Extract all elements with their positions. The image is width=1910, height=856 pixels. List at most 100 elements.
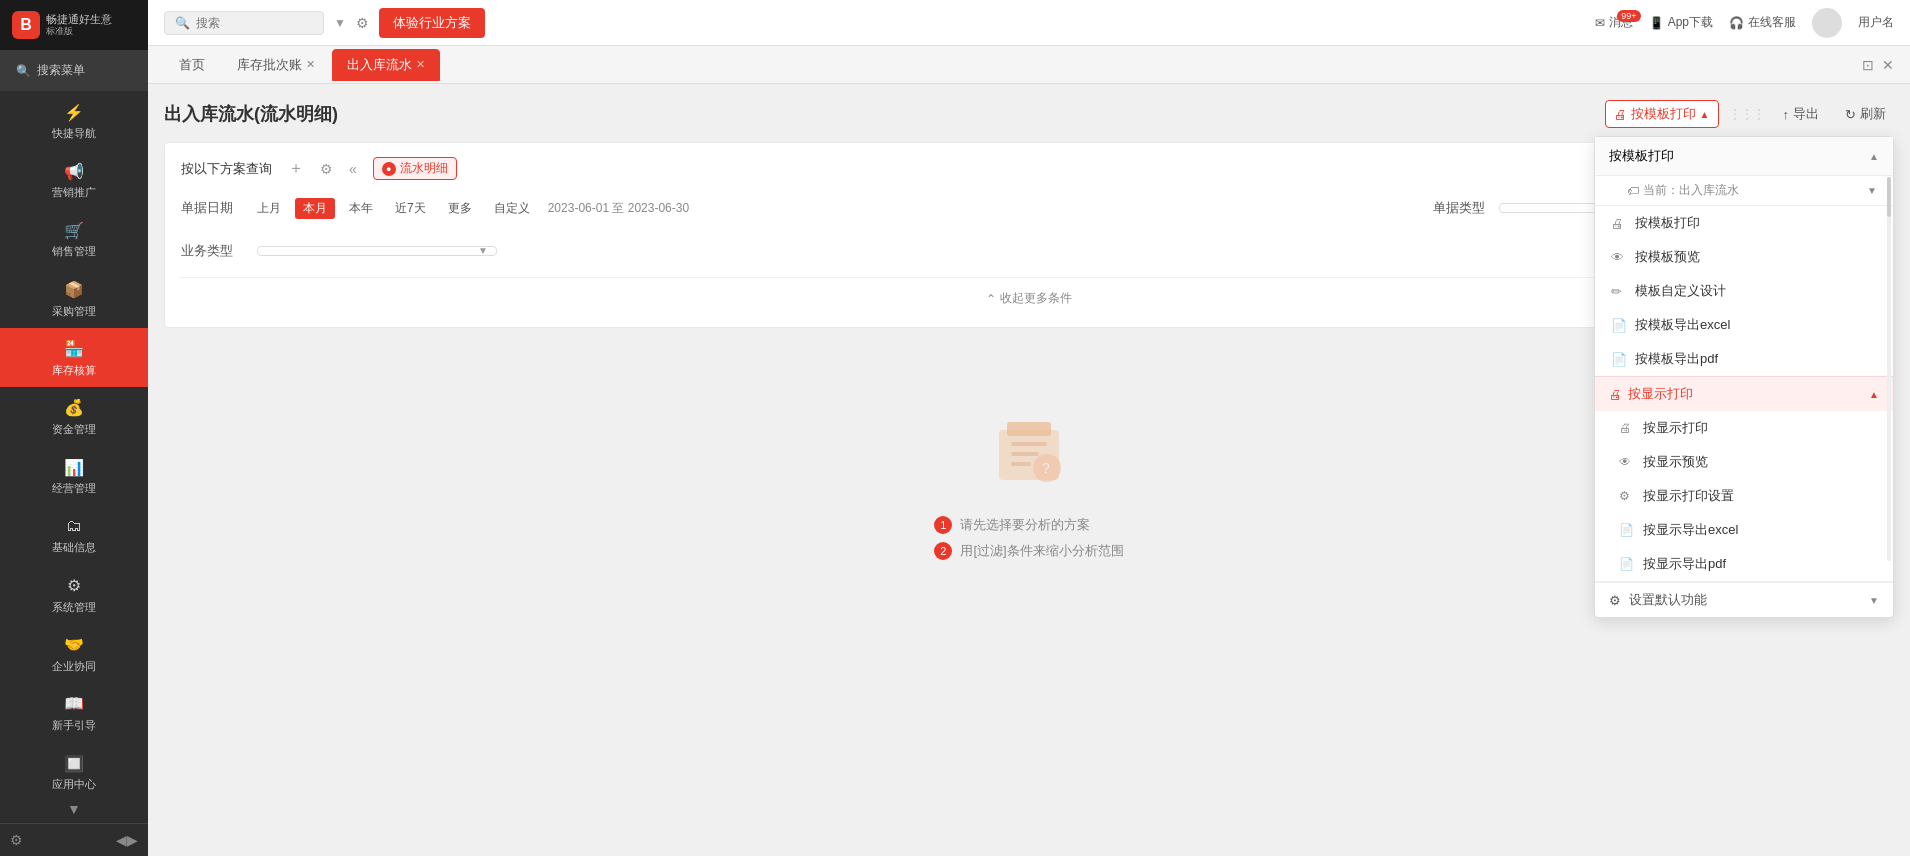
dropdown-footer-settings[interactable]: ⚙ 设置默认功能 ▼	[1595, 582, 1893, 617]
footer-arrow: ▼	[1869, 595, 1879, 606]
dropdown-item-template-pdf[interactable]: 📄 按模板导出pdf	[1595, 342, 1893, 376]
date-preset-custom[interactable]: 自定义	[486, 198, 538, 219]
dropdown-item-display-print[interactable]: 🖨 按显示打印	[1595, 411, 1893, 445]
search-icon: 🔍	[16, 64, 31, 78]
sidebar-item-marketing[interactable]: 📢 营销推广	[0, 150, 148, 209]
avatar[interactable]	[1812, 8, 1842, 38]
topbar-gear-icon[interactable]: ⚙	[356, 15, 369, 31]
export-button[interactable]: ↑ 导出	[1775, 101, 1828, 127]
dropdown-item-display-pdf[interactable]: 📄 按显示导出pdf	[1595, 547, 1893, 581]
sidebar-scroll-down[interactable]: ▼	[0, 795, 148, 823]
refresh-button[interactable]: ↻ 刷新	[1837, 101, 1894, 127]
tab-batch-account-close[interactable]: ✕	[306, 58, 315, 71]
sidebar-item-sales[interactable]: 🛒 销售管理	[0, 209, 148, 268]
logo-icon: B	[12, 11, 40, 39]
sidebar-item-finance[interactable]: 💰 资金管理	[0, 387, 148, 446]
sidebar-item-purchase[interactable]: 📦 采购管理	[0, 269, 148, 328]
sidebar-item-system[interactable]: ⚙ 系统管理	[0, 565, 148, 624]
sidebar-item-inventory[interactable]: 🏪 库存核算	[0, 328, 148, 387]
dropdown-scrollbar[interactable]	[1887, 177, 1891, 561]
tab-home[interactable]: 首页	[164, 49, 220, 81]
biz-type-label: 业务类型	[181, 242, 241, 260]
basic-icon: 🗂	[63, 515, 85, 537]
filter-section-label: 按以下方案查询	[181, 160, 272, 178]
filter-settings-btn[interactable]: ⚙	[320, 161, 333, 177]
biz-type-chevron: ▼	[478, 245, 488, 256]
sidebar: B 畅捷通好生意 标准版 🔍 搜索菜单 ⚡ 快捷导航 📢 营销推广 🛒 销售管理…	[0, 0, 148, 856]
online-service-btn[interactable]: 🎧 在线客服	[1729, 14, 1796, 31]
display-section-header[interactable]: 🖨 按显示打印 ▲	[1595, 376, 1893, 411]
filter-collapse-btn[interactable]: «	[349, 161, 357, 177]
username[interactable]: 用户名	[1858, 14, 1894, 31]
sidebar-item-quick-nav[interactable]: ⚡ 快捷导航	[0, 91, 148, 150]
search-dropdown-chevron[interactable]: ▼	[334, 16, 346, 30]
settings-icon[interactable]: ⚙	[10, 832, 23, 848]
quick-nav-icon: ⚡	[63, 101, 85, 123]
print-dropdown-panel: 按模板打印 ▲ 🏷 当前：出入库流水 ▼ 🖨 按模板打印 👁	[1594, 136, 1894, 618]
date-preset-last-month[interactable]: 上月	[249, 198, 289, 219]
page-area: 出入库流水(流水明细) 🖨 按模板打印 ▲ ⋮⋮⋮ ↑ 导出 ↻ 刷新	[148, 84, 1910, 856]
date-preset-more[interactable]: 更多	[440, 198, 480, 219]
collapse-sidebar-icon[interactable]: ◀▶	[116, 832, 138, 848]
sidebar-item-basic[interactable]: 🗂 基础信息	[0, 505, 148, 564]
filter-add-btn[interactable]: ＋	[288, 158, 304, 179]
scrollbar-thumb	[1887, 177, 1891, 217]
flow-detail-tag[interactable]: ● 流水明细	[373, 157, 457, 180]
message-icon: ✉	[1595, 16, 1605, 30]
dropdown-item-template-excel[interactable]: 📄 按模板导出excel	[1595, 308, 1893, 342]
search-input[interactable]	[196, 16, 296, 30]
tab-stock-flow-close[interactable]: ✕	[416, 58, 425, 71]
template-custom-icon: ✏	[1611, 284, 1627, 299]
dropdown-item-display-settings[interactable]: ⚙ 按显示打印设置	[1595, 479, 1893, 513]
topbar-search[interactable]: 🔍	[164, 11, 324, 35]
dropdown-item-template-print[interactable]: 🖨 按模板打印	[1595, 206, 1893, 240]
sidebar-item-collab[interactable]: 🤝 企业协同	[0, 624, 148, 683]
print-dropdown-chevron[interactable]: ▲	[1700, 109, 1710, 120]
tab-batch-account[interactable]: 库存批次账 ✕	[222, 49, 330, 81]
sidebar-item-guide[interactable]: 📖 新手引导	[0, 683, 148, 742]
dropdown-item-template-preview[interactable]: 👁 按模板预览	[1595, 240, 1893, 274]
sidebar-search-area[interactable]: 🔍 搜索菜单	[0, 50, 148, 91]
date-range-display[interactable]: 2023-06-01 至 2023-06-30	[548, 200, 689, 217]
tabs-window-controls: ⊡ ✕	[1862, 57, 1894, 73]
empty-step-1: 1 请先选择要分析的方案	[934, 516, 1123, 534]
dropdown-item-template-custom[interactable]: ✏ 模板自定义设计	[1595, 274, 1893, 308]
app-center-icon: 🔲	[63, 752, 85, 774]
tab-bar: 首页 库存批次账 ✕ 出入库流水 ✕ ⊡ ✕	[148, 46, 1910, 84]
svg-rect-3	[1011, 452, 1039, 456]
finance-icon: 💰	[63, 397, 85, 419]
current-label-arrow[interactable]: ▼	[1867, 185, 1877, 196]
display-print-icon: 🖨	[1619, 421, 1635, 435]
dropdown-item-display-preview[interactable]: 👁 按显示预览	[1595, 445, 1893, 479]
message-btn[interactable]: ✉ 消息 99+	[1595, 14, 1633, 31]
date-preset-7days[interactable]: 近7天	[387, 198, 434, 219]
display-section-arrow[interactable]: ▲	[1869, 389, 1879, 400]
biz-type-select[interactable]: ▼	[257, 246, 497, 256]
dropdown-up-chevron[interactable]: ▲	[1869, 151, 1879, 162]
sidebar-item-operations[interactable]: 📊 经营管理	[0, 446, 148, 505]
svg-rect-4	[1011, 462, 1031, 466]
dropdown-item-display-excel[interactable]: 📄 按显示导出excel	[1595, 513, 1893, 547]
app-download-btn[interactable]: 📱 App下载	[1649, 14, 1713, 31]
step-2-num: 2	[934, 542, 952, 560]
export-icon: ↑	[1783, 107, 1790, 122]
template-print-button[interactable]: 🖨 按模板打印 ▲	[1605, 100, 1719, 128]
sidebar-item-app-center[interactable]: 🔲 应用中心	[0, 742, 148, 795]
page-title: 出入库流水(流水明细)	[164, 102, 338, 126]
sales-icon: 🛒	[63, 219, 85, 241]
collab-icon: 🤝	[63, 634, 85, 656]
footer-settings-icon: ⚙	[1609, 593, 1621, 608]
search-menu-btn[interactable]: 🔍 搜索菜单	[10, 58, 138, 83]
marketing-icon: 📢	[63, 160, 85, 182]
message-badge: 99+	[1617, 10, 1640, 22]
guide-icon: 📖	[63, 693, 85, 715]
sidebar-nav: ⚡ 快捷导航 📢 营销推广 🛒 销售管理 📦 采购管理 🏪 库存核算 💰 资金管…	[0, 91, 148, 795]
date-preset-this-month[interactable]: 本月	[295, 198, 335, 219]
close-window-icon[interactable]: ✕	[1882, 57, 1894, 73]
restore-window-icon[interactable]: ⊡	[1862, 57, 1874, 73]
date-preset-this-year[interactable]: 本年	[341, 198, 381, 219]
chevron-up-icon: ⌃	[986, 292, 996, 306]
tab-stock-flow[interactable]: 出入库流水 ✕	[332, 49, 440, 81]
industry-solution-button[interactable]: 体验行业方案	[379, 8, 485, 38]
template-print-icon: 🖨	[1611, 216, 1627, 231]
